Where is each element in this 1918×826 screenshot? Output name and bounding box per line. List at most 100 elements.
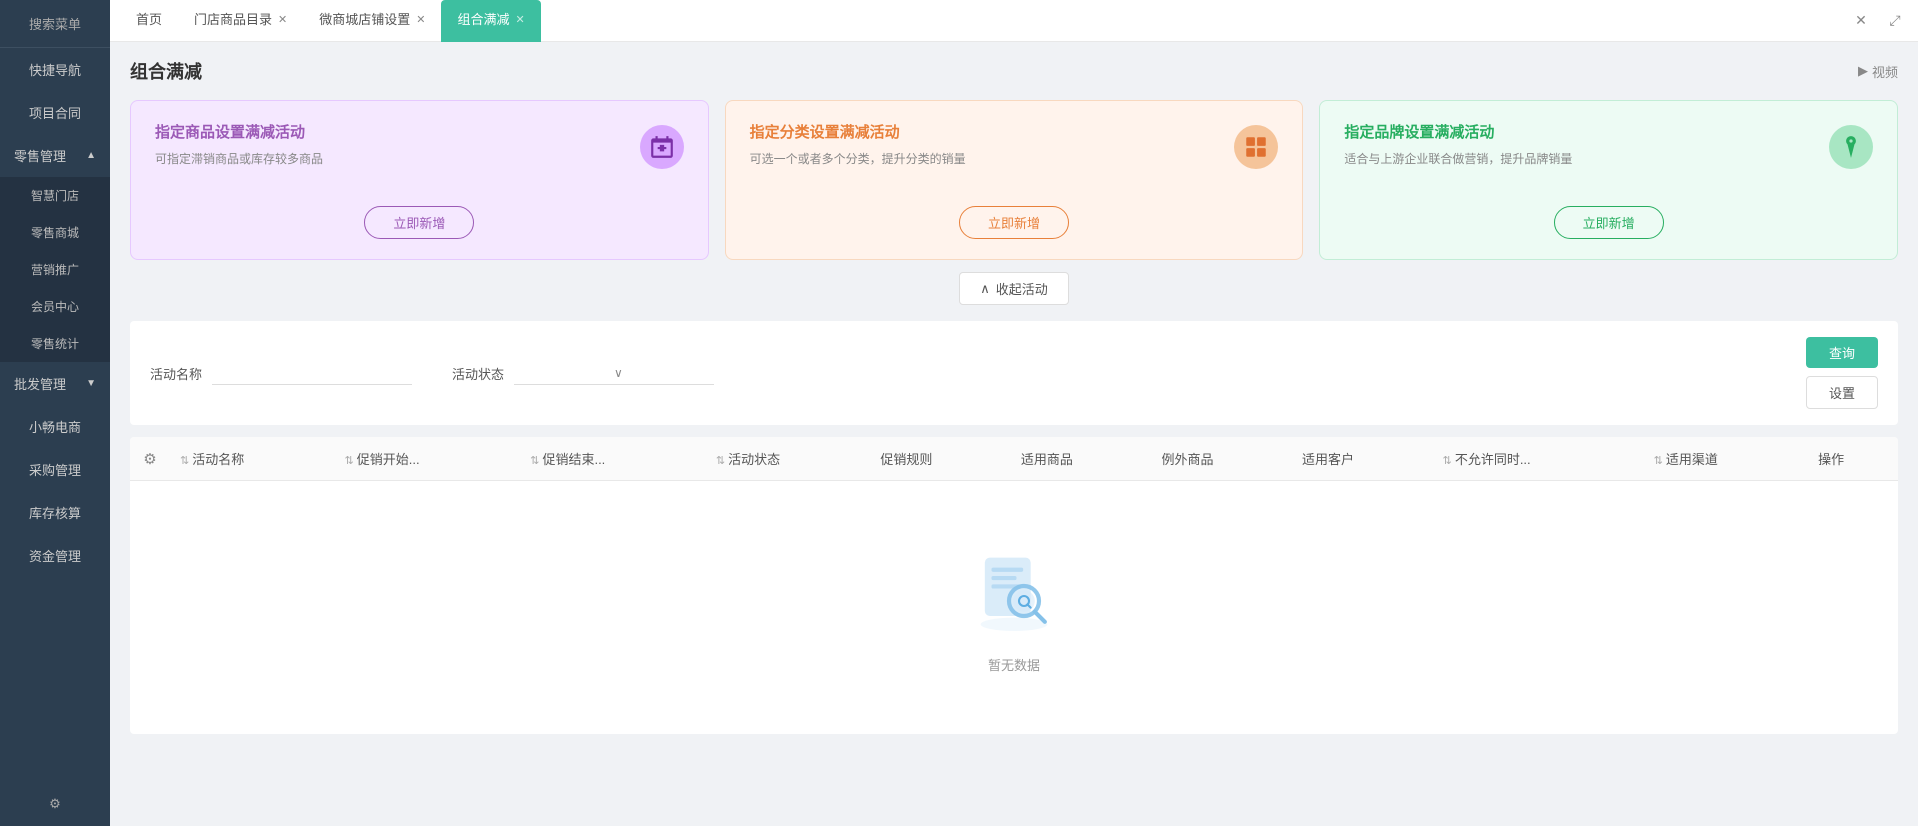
- tab-bar: 首页 门店商品目录 ✕ 微商城店铺设置 ✕ 组合满减 ✕ ✕ ⤢: [110, 0, 1918, 42]
- play-icon: ▶: [1858, 63, 1868, 79]
- activity-table: ⚙ 活动名称 促销开始... 促销结束... 活动状态 促销规则 适用商品 例外…: [130, 437, 1898, 734]
- activity-status-field: 活动状态 ∨: [452, 362, 714, 385]
- activity-name-input[interactable]: [212, 361, 412, 385]
- sidebar-item-label: 采购管理: [29, 460, 81, 479]
- query-button[interactable]: 查询: [1806, 337, 1878, 368]
- search-actions: 查询 设置: [1806, 337, 1878, 409]
- tab-store-catalog-label: 门店商品目录: [194, 0, 272, 41]
- th-gear: ⚙: [130, 437, 170, 481]
- sidebar-item-wholesale-mgmt[interactable]: 批发管理 ▼: [0, 362, 110, 405]
- sidebar-item-member-center[interactable]: 会员中心: [0, 288, 110, 325]
- table-container: ⚙ 活动名称 促销开始... 促销结束... 活动状态 促销规则 适用商品 例外…: [130, 437, 1898, 734]
- sidebar-item-quick-nav[interactable]: 快捷导航: [0, 48, 110, 91]
- card-category-title: 指定分类设置满减活动: [750, 121, 1279, 142]
- card-brand-title: 指定品牌设置满减活动: [1344, 121, 1873, 142]
- empty-text: 暂无数据: [988, 655, 1040, 674]
- th-activity-name[interactable]: 活动名称: [170, 437, 335, 481]
- sidebar-item-label: 库存核算: [29, 503, 81, 522]
- page-title: 组合满减: [130, 58, 202, 84]
- gear-icon: ⚙: [49, 796, 61, 811]
- window-maximize-btn[interactable]: ⤢: [1882, 8, 1908, 34]
- card-brand-desc: 适合与上游企业联合做营销，提升品牌销量: [1344, 150, 1873, 169]
- collapse-btn-label: 收起活动: [996, 279, 1048, 298]
- tab-wechat-settings-close[interactable]: ✕: [416, 0, 425, 41]
- sidebar-item-marketing[interactable]: 营销推广: [0, 251, 110, 288]
- sidebar-item-label: 智慧门店: [31, 187, 79, 204]
- cards-row: 指定商品设置满减活动 可指定滞销商品或库存较多商品 立即新增 指定分类设置满减活: [130, 100, 1898, 260]
- th-promo-start[interactable]: 促销开始...: [335, 437, 521, 481]
- sidebar-item-inventory[interactable]: 库存核算: [0, 491, 110, 534]
- card-product-icon: [640, 125, 684, 169]
- card-product-btn[interactable]: 立即新增: [364, 206, 474, 239]
- tab-store-catalog-close[interactable]: ✕: [278, 0, 287, 41]
- collapse-bar: ∧ 收起活动: [130, 272, 1898, 305]
- activity-name-label: 活动名称: [150, 364, 202, 383]
- card-brand-icon: [1829, 125, 1873, 169]
- table-body: 暂无数据: [130, 481, 1898, 735]
- sidebar-item-label: 零售统计: [31, 335, 79, 352]
- card-category-btn[interactable]: 立即新增: [959, 206, 1069, 239]
- tab-actions: ✕ ⤢: [1848, 8, 1908, 34]
- chevron-down-icon: ∨: [614, 366, 714, 380]
- empty-illustration: [964, 541, 1064, 641]
- card-category-desc: 可选一个或者多个分类，提升分类的销量: [750, 150, 1279, 169]
- th-operation: 操作: [1808, 437, 1898, 481]
- table-gear-icon[interactable]: ⚙: [143, 451, 156, 468]
- tab-combo-close[interactable]: ✕: [516, 0, 525, 41]
- window-close-btn[interactable]: ✕: [1848, 8, 1874, 34]
- sidebar: 搜索菜单 快捷导航 项目合同 零售管理 ▲ 智慧门店 零售商城 营销推广 会员中…: [0, 0, 110, 826]
- sidebar-item-label: 项目合同: [29, 103, 81, 122]
- sidebar-item-label: 零售商城: [31, 224, 79, 241]
- empty-state-row: 暂无数据: [130, 481, 1898, 735]
- th-activity-status[interactable]: 活动状态: [706, 437, 871, 481]
- sidebar-item-retail-stats[interactable]: 零售统计: [0, 325, 110, 362]
- sidebar-item-retail-mgmt[interactable]: 零售管理 ▲: [0, 134, 110, 177]
- tab-combo-discount-label: 组合满减: [457, 0, 509, 41]
- th-not-allow-concurrent[interactable]: 不允许同时...: [1433, 437, 1644, 481]
- sidebar-item-label: 批发管理: [14, 374, 66, 393]
- card-product-title: 指定商品设置满减活动: [155, 121, 684, 142]
- settings-icon-btn[interactable]: ⚙: [0, 782, 110, 826]
- empty-state: 暂无数据: [130, 481, 1898, 734]
- card-brand-btn[interactable]: 立即新增: [1554, 206, 1664, 239]
- th-promo-end[interactable]: 促销结束...: [520, 437, 706, 481]
- sidebar-search[interactable]: 搜索菜单: [0, 0, 110, 48]
- tab-wechat-store-settings[interactable]: 微商城店铺设置 ✕: [303, 0, 441, 42]
- card-brand-discount: 指定品牌设置满减活动 适合与上游企业联合做营销，提升品牌销量 立即新增: [1319, 100, 1898, 260]
- sidebar-sub-retail: 智慧门店 零售商城 营销推广 会员中心 零售统计: [0, 177, 110, 362]
- sidebar-item-xiaochangec[interactable]: 小畅电商: [0, 405, 110, 448]
- page-content: 组合满减 ▶ 视频 指定商品设置满减活动 可指定滞销商品或库存较多商品 立即新增: [110, 42, 1918, 826]
- sidebar-item-label: 快捷导航: [29, 60, 81, 79]
- sidebar-item-label: 资金管理: [29, 546, 81, 565]
- th-applicable-channel[interactable]: 适用渠道: [1644, 437, 1809, 481]
- th-applicable-goods: 适用商品: [1011, 437, 1152, 481]
- settings-button[interactable]: 设置: [1806, 376, 1878, 409]
- activity-status-label: 活动状态: [452, 364, 504, 383]
- tab-store-catalog[interactable]: 门店商品目录 ✕: [178, 0, 303, 42]
- sidebar-item-label: 营销推广: [31, 261, 79, 278]
- th-except-goods: 例外商品: [1151, 437, 1292, 481]
- sidebar-item-retail-mall[interactable]: 零售商城: [0, 214, 110, 251]
- tab-home-label: 首页: [136, 0, 162, 41]
- collapse-up-icon: ∧: [980, 281, 990, 297]
- tab-combo-discount[interactable]: 组合满减 ✕: [441, 0, 540, 42]
- sidebar-item-project-contract[interactable]: 项目合同: [0, 91, 110, 134]
- table-header: ⚙ 活动名称 促销开始... 促销结束... 活动状态 促销规则 适用商品 例外…: [130, 437, 1898, 481]
- video-link[interactable]: ▶ 视频: [1858, 62, 1898, 81]
- activity-name-field: 活动名称: [150, 361, 412, 385]
- activity-status-select[interactable]: ∨: [514, 362, 714, 385]
- card-product-discount: 指定商品设置满减活动 可指定滞销商品或库存较多商品 立即新增: [130, 100, 709, 260]
- video-label: 视频: [1872, 62, 1898, 81]
- sidebar-item-smart-store[interactable]: 智慧门店: [0, 177, 110, 214]
- sidebar-item-label: 零售管理: [14, 146, 66, 165]
- tab-home[interactable]: 首页: [120, 0, 178, 42]
- sidebar-item-capital-mgmt[interactable]: 资金管理: [0, 534, 110, 577]
- search-bar: 活动名称 活动状态 ∨ 查询 设置: [130, 321, 1898, 425]
- collapse-activities-btn[interactable]: ∧ 收起活动: [959, 272, 1069, 305]
- sidebar-item-purchase-mgmt[interactable]: 采购管理: [0, 448, 110, 491]
- chevron-down-icon: ▼: [86, 378, 96, 389]
- card-category-discount: 指定分类设置满减活动 可选一个或者多个分类，提升分类的销量 立即新增: [725, 100, 1304, 260]
- tab-wechat-store-settings-label: 微商城店铺设置: [319, 0, 410, 41]
- chevron-up-icon: ▲: [86, 150, 96, 161]
- th-applicable-customer: 适用客户: [1292, 437, 1433, 481]
